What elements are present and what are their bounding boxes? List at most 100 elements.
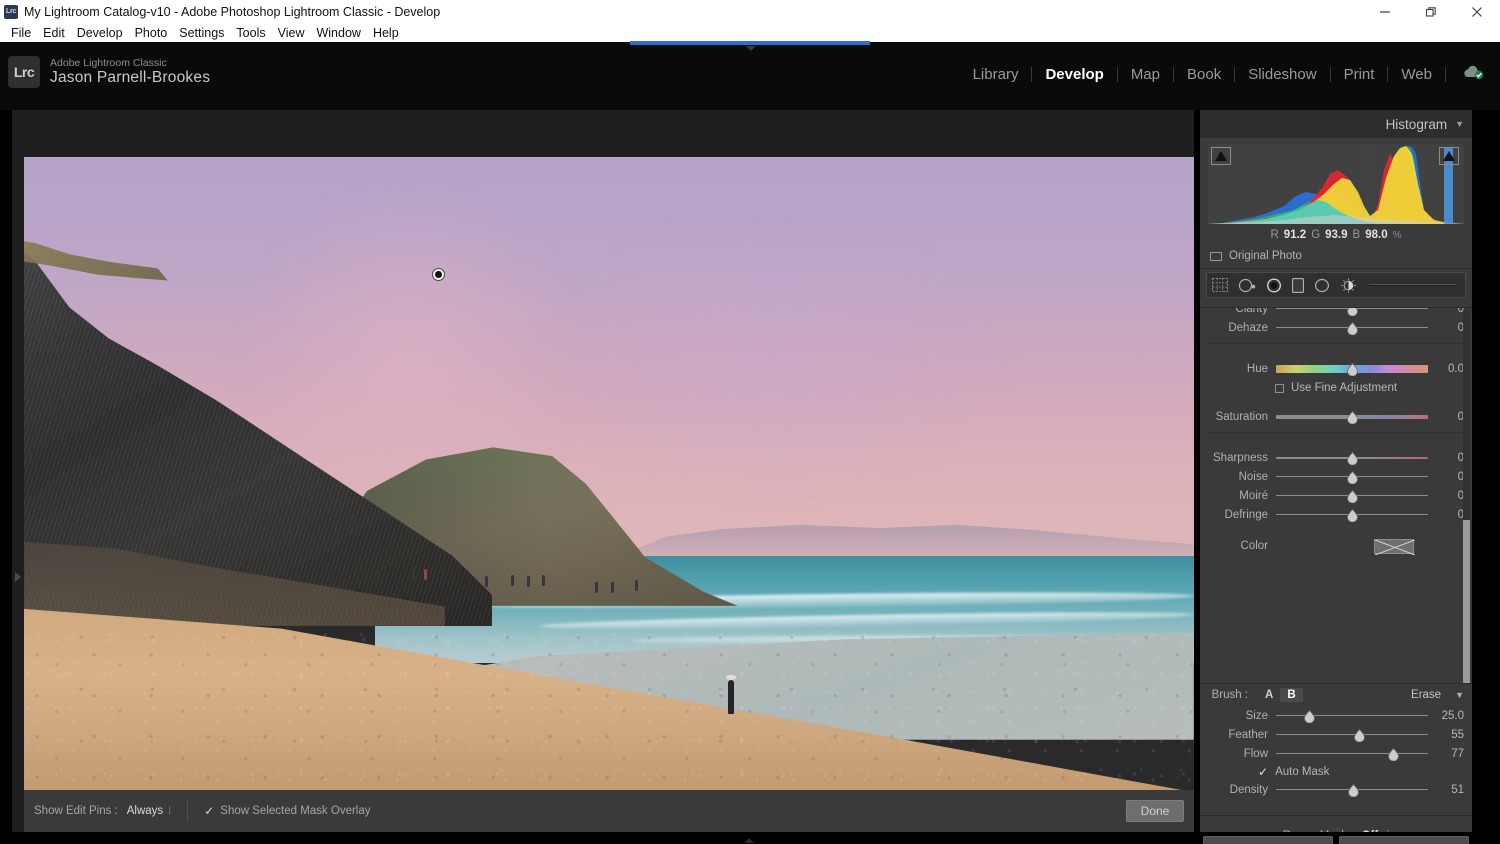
slider-brush-density[interactable]: Density 51 [1200,780,1472,799]
menu-file[interactable]: File [5,26,37,40]
histogram-graph[interactable] [1208,144,1464,224]
moire-knob[interactable] [1346,489,1359,503]
menu-window[interactable]: Window [310,26,366,40]
slider-hue[interactable]: Hue 0.0 [1200,359,1472,378]
noise-knob[interactable] [1346,470,1359,484]
slider-brush-feather[interactable]: Feather 55 [1200,725,1472,744]
dehaze-value[interactable]: 0 [1428,322,1464,334]
restore-icon[interactable] [1408,0,1454,23]
adjustment-brush-tool[interactable] [1340,277,1357,293]
use-fine-adjustment-row[interactable]: Use Fine Adjustment [1200,378,1472,398]
brush-size-knob[interactable] [1303,709,1316,723]
spot-removal-tool[interactable] [1238,278,1256,293]
done-button[interactable]: Done [1126,800,1184,822]
sharpness-value[interactable]: 0 [1428,452,1464,464]
show-edit-pins-dropdown-icon[interactable]: ⁞ [168,805,171,817]
auto-mask-row[interactable]: ✓ Auto Mask [1200,763,1472,780]
slider-moire[interactable]: Moiré 0 [1200,486,1472,505]
develop-photo[interactable] [24,157,1194,827]
brush-size-track[interactable] [1276,709,1428,723]
right-panel-scrollbar-thumb[interactable] [1463,520,1470,698]
close-icon[interactable] [1454,0,1500,23]
defringe-value[interactable]: 0 [1428,509,1464,521]
menu-tools[interactable]: Tools [230,26,271,40]
slider-brush-size[interactable]: Size 25.0 [1200,706,1472,725]
brush-feather-track[interactable] [1276,728,1428,742]
moire-track[interactable] [1276,489,1428,503]
saturation-knob[interactable] [1346,410,1359,424]
chevron-down-icon[interactable]: ▼ [1455,119,1464,129]
brush-erase-button[interactable]: Erase [1411,689,1441,701]
original-photo-row[interactable]: Original Photo [1200,246,1472,269]
module-book[interactable]: Book [1174,66,1234,83]
defringe-track[interactable] [1276,508,1428,522]
right-panel-scrollbar[interactable] [1463,310,1470,698]
saturation-track[interactable] [1276,410,1428,424]
crop-overlay-tool[interactable] [1212,278,1228,292]
effects-panel-scroll[interactable]: Clarity 0 Dehaze 0 Hue 0.0 Use Fine Adju… [1200,307,1472,682]
brush-feather-knob[interactable] [1353,728,1366,742]
slider-clarity[interactable]: Clarity 0 [1200,308,1472,318]
chevron-down-icon[interactable]: ▼ [1455,690,1464,700]
brush-density-value[interactable]: 51 [1428,784,1464,796]
left-panel-expand-icon[interactable] [15,572,21,582]
photo-viewport[interactable]: Show Edit Pins : Always ⁞ ✓ Show Selecte… [12,110,1194,832]
slider-brush-flow[interactable]: Flow 77 [1200,744,1472,763]
auto-mask-checkbox[interactable]: ✓ [1258,765,1268,779]
slider-sharpness[interactable]: Sharpness 0 [1200,448,1472,467]
noise-track[interactable] [1276,470,1428,484]
module-library[interactable]: Library [960,66,1032,83]
hue-value[interactable]: 0.0 [1428,363,1464,375]
slider-dehaze[interactable]: Dehaze 0 [1200,318,1472,337]
slider-noise[interactable]: Noise 0 [1200,467,1472,486]
slider-saturation[interactable]: Saturation 0 [1200,407,1472,426]
cloud-sync-icon[interactable] [1462,64,1484,84]
sharpness-knob[interactable] [1346,451,1359,465]
previous-button[interactable]: Previous [1203,836,1333,844]
brush-amount-slider[interactable] [1369,284,1456,286]
saturation-value[interactable]: 0 [1428,411,1464,423]
brush-feather-value[interactable]: 55 [1428,729,1464,741]
edit-pin-marker[interactable] [433,269,444,280]
mask-overlay-checkbox[interactable]: ✓ [204,804,214,818]
menu-develop[interactable]: Develop [71,26,129,40]
brush-density-knob[interactable] [1347,783,1360,797]
minimize-icon[interactable] [1362,0,1408,23]
radial-filter-tool[interactable] [1314,278,1330,293]
brush-flow-knob[interactable] [1387,747,1400,761]
histogram-header[interactable]: Histogram ▼ [1200,110,1472,138]
brush-a-button[interactable]: A [1258,688,1280,702]
brush-size-value[interactable]: 25.0 [1428,710,1464,722]
defringe-knob[interactable] [1346,508,1359,522]
module-print[interactable]: Print [1331,66,1388,83]
noise-value[interactable]: 0 [1428,471,1464,483]
top-panel-caret-icon[interactable] [746,46,756,51]
clarity-knob[interactable] [1346,308,1359,316]
clarity-track[interactable] [1276,308,1428,316]
graduated-filter-tool[interactable] [1292,277,1304,293]
brush-density-track[interactable] [1276,783,1428,797]
color-swatch[interactable] [1374,538,1415,555]
show-edit-pins-value[interactable]: Always [127,805,163,817]
menu-view[interactable]: View [272,26,311,40]
hue-knob[interactable] [1346,362,1359,376]
moire-value[interactable]: 0 [1428,490,1464,502]
dehaze-track[interactable] [1276,321,1428,335]
identity-plate[interactable]: Lrc Adobe Lightroom Classic Jason Parnel… [8,56,210,88]
use-fine-adjustment-checkbox[interactable] [1274,383,1284,393]
brush-flow-value[interactable]: 77 [1428,748,1464,760]
red-eye-correction-tool[interactable] [1266,277,1282,293]
dehaze-knob[interactable] [1346,321,1359,335]
reset-button[interactable]: Reset [1339,836,1469,844]
brush-flow-track[interactable] [1276,747,1428,761]
module-web[interactable]: Web [1388,66,1445,83]
menu-help[interactable]: Help [367,26,405,40]
module-develop[interactable]: Develop [1032,66,1116,83]
slider-defringe[interactable]: Defringe 0 [1200,505,1472,524]
module-slideshow[interactable]: Slideshow [1235,66,1329,83]
module-map[interactable]: Map [1118,66,1173,83]
menu-settings[interactable]: Settings [173,26,230,40]
hue-track[interactable] [1276,362,1428,376]
filmstrip-caret-icon[interactable] [744,838,754,843]
highlight-clipping-icon[interactable] [1439,147,1461,167]
